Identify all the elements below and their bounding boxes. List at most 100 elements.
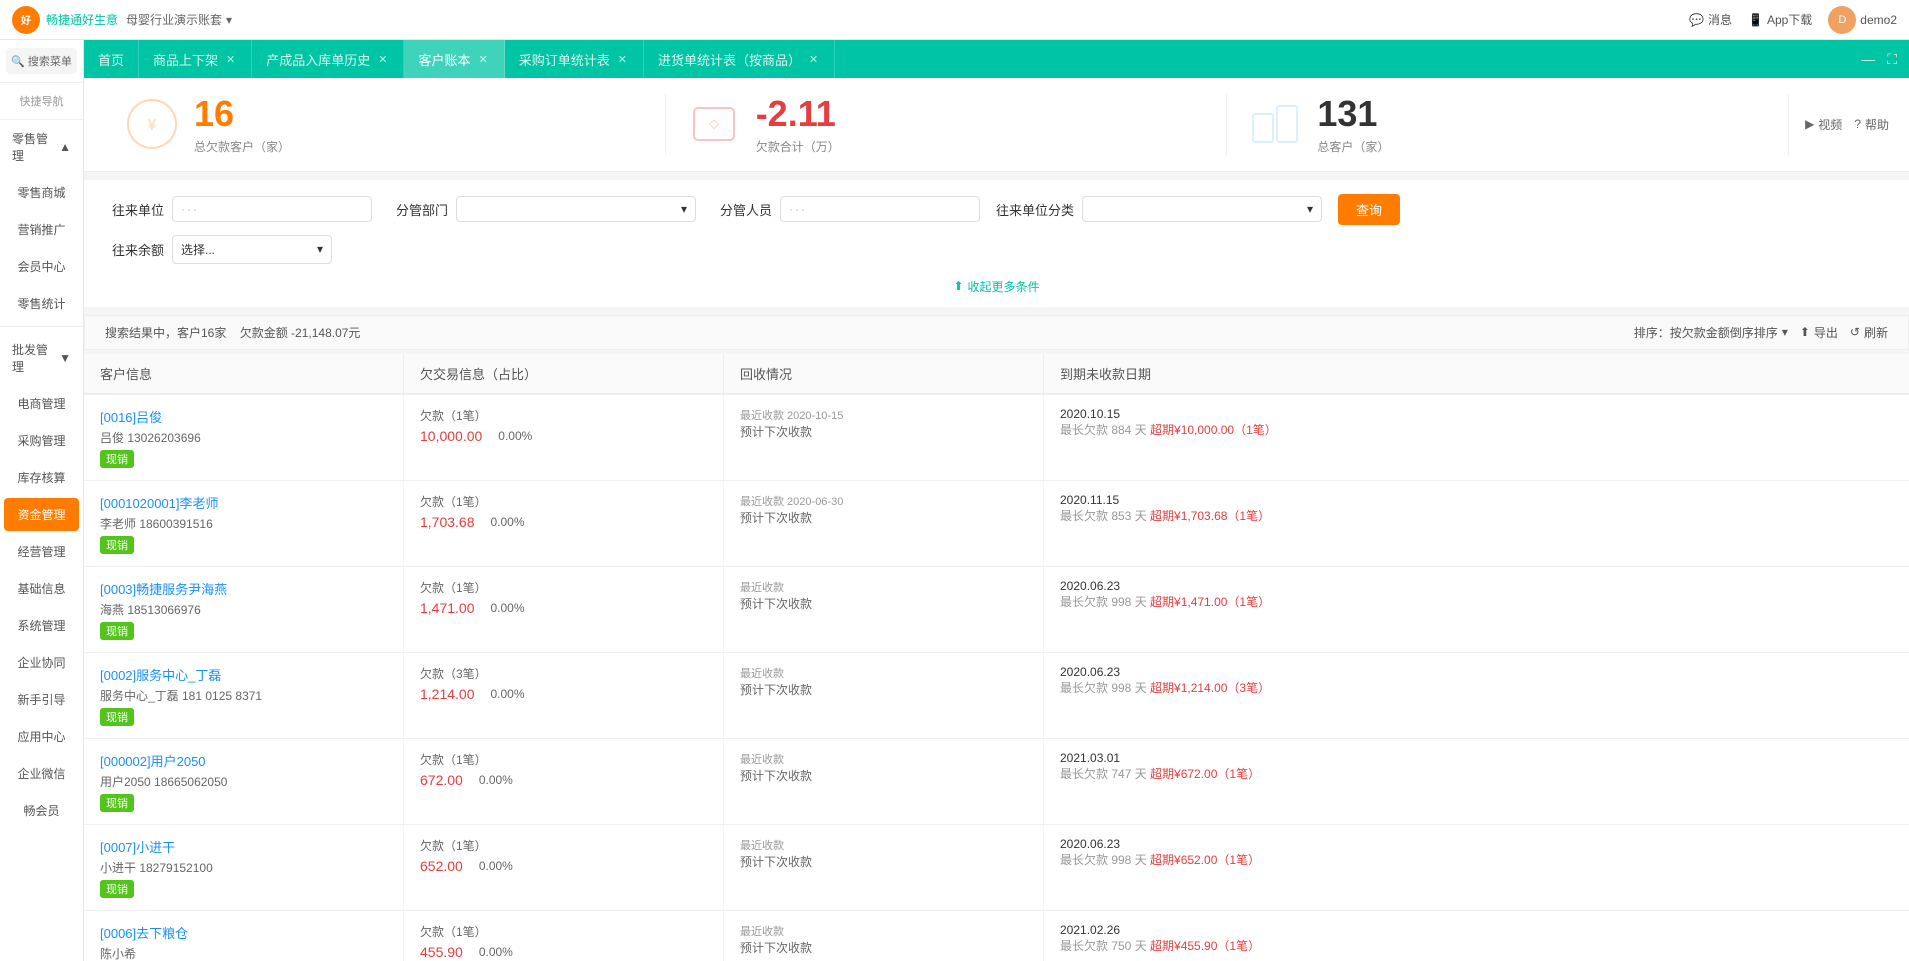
collapse-toggle-btn[interactable]: ⬆ 收起更多条件 [108, 278, 1885, 295]
help-btn[interactable]: ? 帮助 [1854, 116, 1889, 133]
sidebar-item-newbie[interactable]: 新手引导 [4, 683, 79, 716]
customer-name-link[interactable]: [000002]用户2050 [100, 751, 387, 770]
sidebar-item-finance[interactable]: 资金管理 [4, 498, 79, 531]
tab-home[interactable]: 首页 [84, 40, 139, 78]
table-row: [0006]去下粮仓 陈小希 现销 欠款（1笔） 455.90 0.00% 最近… [84, 911, 1909, 961]
sidebar-item-marketing[interactable]: 营销推广 [4, 213, 79, 246]
sidebar-item-vip[interactable]: 畅会员 [4, 794, 79, 827]
sidebar-item-wholesale[interactable]: 批发管理 ▼ [4, 333, 79, 383]
chevron-icon: ▼ [59, 351, 71, 365]
video-btn[interactable]: ▶ 视频 [1805, 116, 1842, 133]
debt-amount-link[interactable]: 455.90 [420, 944, 463, 960]
tab-minimize-btn[interactable]: — [1857, 47, 1879, 71]
overdue-amount-link[interactable]: 超期¥652.00（1笔） [1150, 853, 1260, 867]
overdue-amount-link[interactable]: 超期¥455.90（1笔） [1150, 939, 1260, 953]
tab-purchase-stats[interactable]: 进货单统计表（按商品） ✕ [644, 40, 835, 78]
tab-maximize-btn[interactable]: ⛶ [1883, 47, 1901, 72]
cell-overdue-2: 2020.11.15 最长欠款 853 天 超期¥1,703.68（1笔） [1044, 481, 1909, 566]
cell-overdue-7: 2021.02.26 最长欠款 750 天 超期¥455.90（1笔） [1044, 911, 1909, 961]
user-profile[interactable]: D demo2 [1828, 6, 1897, 34]
sort-btn[interactable]: 排序：按欠款金额倒序排序 ▾ [1634, 324, 1788, 341]
latest-collection: 最近收款 [740, 579, 1027, 595]
query-btn[interactable]: 查询 [1338, 194, 1400, 225]
export-btn[interactable]: ⬆ 导出 [1800, 324, 1838, 341]
total-debt-label: 欠款合计（万） [756, 138, 840, 155]
sidebar-label: 批发管理 [12, 341, 59, 375]
sidebar-item-enterprise[interactable]: 企业协同 [4, 646, 79, 679]
app-download-btn[interactable]: 📱 App下载 [1748, 11, 1812, 28]
overdue-amount-link[interactable]: 超期¥10,000.00（1笔） [1150, 423, 1277, 437]
customer-name-link[interactable]: [0007]小进干 [100, 837, 387, 856]
table-row: [0007]小进干 小进干 18279152100 现销 欠款（1笔） 652.… [84, 825, 1909, 911]
sidebar-item-app-center[interactable]: 应用中心 [4, 720, 79, 753]
overdue-date: 2020.10.15 [1060, 407, 1893, 421]
debt-customers-icon: ¥ [124, 96, 180, 152]
debt-amount-link[interactable]: 1,703.68 [420, 514, 475, 530]
tab-close-icon[interactable]: ✕ [477, 51, 490, 68]
debt-amount-link[interactable]: 10,000.00 [420, 428, 482, 444]
overdue-amount-link[interactable]: 超期¥1,214.00（3笔） [1150, 681, 1270, 695]
debt-amount-link[interactable]: 1,214.00 [420, 686, 475, 702]
debt-amount-link[interactable]: 672.00 [420, 772, 463, 788]
debt-amount-link[interactable]: 652.00 [420, 858, 463, 874]
customer-name-link[interactable]: [0003]畅捷服务尹海燕 [100, 579, 387, 598]
tab-customer-account[interactable]: 客户账本 ✕ [404, 40, 504, 78]
overdue-amount-link[interactable]: 超期¥1,703.68（1笔） [1150, 509, 1270, 523]
filter-from-unit: 往来单位 ··· [104, 196, 372, 222]
sidebar-item-retail-mall[interactable]: 零售商城 [4, 176, 79, 209]
table-row: [0002]服务中心_丁磊 服务中心_丁磊 181 0125 8371 现销 欠… [84, 653, 1909, 739]
search-menu-btn[interactable]: 🔍 搜索菜单 [6, 48, 77, 74]
debt-customers-number: 16 [194, 94, 290, 134]
refresh-btn[interactable]: ↺ 刷新 [1850, 324, 1888, 341]
sidebar-item-operations[interactable]: 经营管理 [4, 535, 79, 568]
stat-debt-customers: ¥ 16 总欠款客户（家） [104, 94, 666, 155]
sidebar-item-purchase[interactable]: 采购管理 [4, 424, 79, 457]
store-selector[interactable]: 母婴行业演示账套 ▾ [126, 11, 232, 28]
tab-close-icon[interactable]: ✕ [224, 51, 237, 68]
overdue-amount-link[interactable]: 超期¥672.00（1笔） [1150, 767, 1260, 781]
tab-label: 商品上下架 [153, 50, 218, 69]
sidebar-item-ecommerce[interactable]: 电商管理 [4, 387, 79, 420]
latest-collection: 最近收款 [740, 837, 1027, 853]
messages-btn[interactable]: 💬 消息 [1689, 11, 1732, 28]
tab-close-icon[interactable]: ✕ [807, 51, 820, 68]
sidebar-item-retail-mgmt[interactable]: 零售管理 ▲ [4, 122, 79, 172]
tab-home-label: 首页 [98, 50, 124, 69]
sidebar-item-retail-stats[interactable]: 零售统计 [4, 287, 79, 320]
tab-products-offline[interactable]: 商品上下架 ✕ [139, 40, 252, 78]
overdue-amount-link[interactable]: 超期¥1,471.00（1笔） [1150, 595, 1270, 609]
overdue-date: 2020.11.15 [1060, 493, 1893, 507]
sidebar-item-inventory[interactable]: 库存核算 [4, 461, 79, 494]
debt-amount-text: 欠款金额 -21,148.07元 [240, 326, 361, 340]
tab-purchase-orders[interactable]: 采购订单统计表 ✕ [505, 40, 644, 78]
cell-debt-7: 欠款（1笔） 455.90 0.00% [404, 911, 724, 961]
total-customers-number: 131 [1317, 94, 1389, 134]
logo-area: 好 畅捷通好生意 [12, 6, 118, 34]
unit-category-input[interactable]: ▾ [1082, 196, 1322, 222]
balance-value: 选择... [181, 241, 215, 258]
next-collection: 预计下次收款 [740, 939, 1027, 956]
overdue-date: 2021.03.01 [1060, 751, 1893, 765]
manager-input[interactable]: ··· [780, 196, 980, 222]
latest-collection: 最近收款 2020-10-15 [740, 407, 1027, 423]
balance-input[interactable]: 选择... ▾ [172, 235, 332, 264]
customer-name-link[interactable]: [0016]吕俊 [100, 407, 387, 426]
sidebar-item-enterprise-wx[interactable]: 企业微信 [4, 757, 79, 790]
from-unit-input[interactable]: ··· [172, 196, 372, 222]
refresh-label: 刷新 [1864, 324, 1888, 341]
customer-name-link[interactable]: [0002]服务中心_丁磊 [100, 665, 387, 684]
debt-percent: 0.00% [491, 515, 525, 529]
department-input[interactable]: ▾ [456, 196, 696, 222]
customer-tag: 现销 [100, 450, 134, 468]
tab-close-icon[interactable]: ✕ [376, 51, 389, 68]
customer-name-link[interactable]: [0006]去下粮仓 [100, 923, 387, 942]
customer-name-link[interactable]: [0001020001]李老师 [100, 493, 387, 512]
tab-close-icon[interactable]: ✕ [616, 51, 629, 68]
overdue-date: 2020.06.23 [1060, 837, 1893, 851]
debt-amount-link[interactable]: 1,471.00 [420, 600, 475, 616]
sidebar-item-member[interactable]: 会员中心 [4, 250, 79, 283]
tab-products-history[interactable]: 产成品入库单历史 ✕ [252, 40, 404, 78]
avatar: D [1828, 6, 1856, 34]
sidebar-item-system[interactable]: 系统管理 [4, 609, 79, 642]
sidebar-item-basic-info[interactable]: 基础信息 [4, 572, 79, 605]
